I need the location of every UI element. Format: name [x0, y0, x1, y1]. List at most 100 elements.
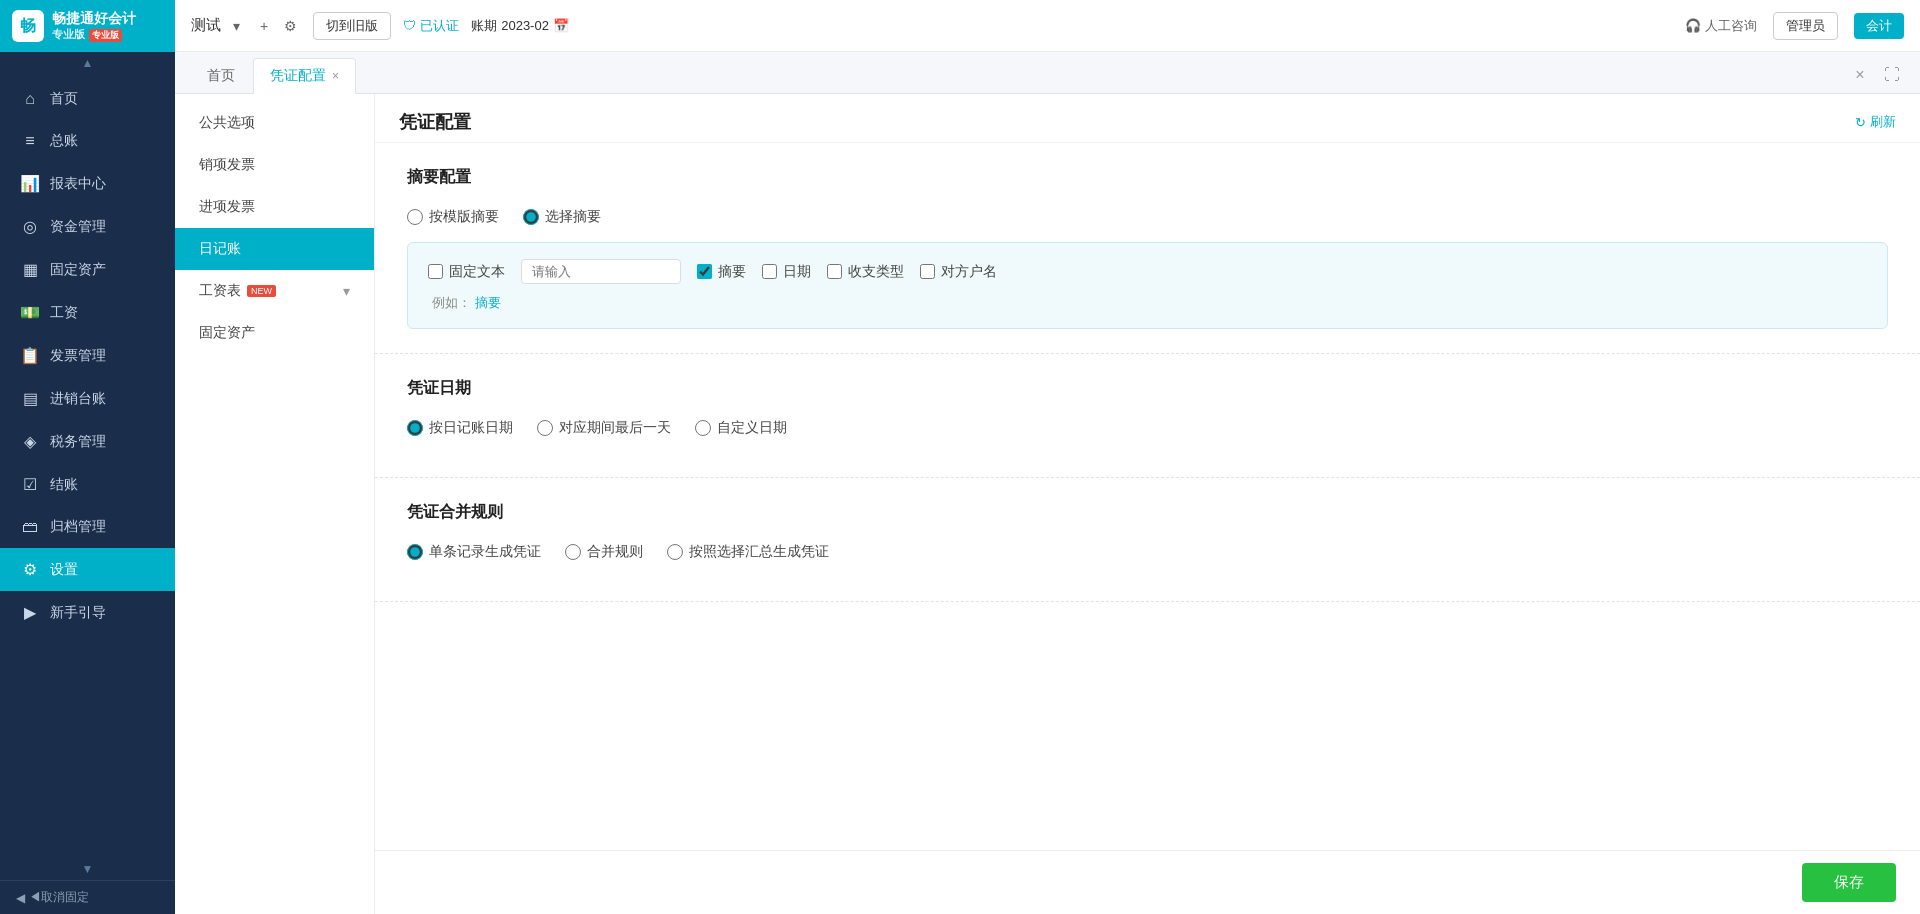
by-selection-radio-option[interactable]: 按照选择汇总生成凭证: [667, 543, 829, 561]
single-radio-option[interactable]: 单条记录生成凭证: [407, 543, 541, 561]
select-radio-option[interactable]: 选择摘要: [523, 208, 601, 226]
fixed-text-checkbox[interactable]: [428, 264, 443, 279]
type-checkbox[interactable]: [827, 264, 842, 279]
assets-icon: ▦: [20, 260, 40, 279]
left-menu-fixed-assets[interactable]: 固定资产: [175, 312, 374, 354]
left-menu-public[interactable]: 公共选项: [175, 102, 374, 144]
archive-icon: 🗃: [20, 518, 40, 536]
close-window-button[interactable]: ×: [1848, 63, 1872, 87]
fixed-text-checkbox-option[interactable]: 固定文本: [428, 263, 505, 281]
date-section: 凭证日期 按日记账日期 对应期间最后一天 自定义日期: [375, 354, 1920, 478]
calendar-icon[interactable]: 📅: [553, 18, 569, 33]
select-radio-input[interactable]: [523, 209, 539, 225]
sidebar-item-payroll[interactable]: 💵 工资: [0, 291, 175, 334]
sidebar: 畅 畅捷通好会计 专业版 专业版 ▲ ⌂ 首页 ≡ 总账 📊 报表中心 ◎ 资金…: [0, 0, 175, 914]
sidebar-item-ledger[interactable]: ≡ 总账: [0, 120, 175, 162]
payroll-expand-icon[interactable]: ▾: [343, 283, 350, 299]
add-button[interactable]: +: [256, 14, 272, 38]
ledger-icon: ≡: [20, 132, 40, 150]
cancel-fixed-button[interactable]: ◀ ◀取消固定: [0, 880, 175, 914]
project-name: 测试: [191, 16, 221, 35]
certified-badge: 🛡 已认证: [403, 17, 459, 35]
purchase-sale-icon: ▤: [20, 389, 40, 408]
sidebar-item-archive[interactable]: 🗃 归档管理: [0, 506, 175, 548]
old-version-button[interactable]: 切到旧版: [313, 12, 391, 40]
sidebar-scroll-up[interactable]: ▲: [0, 52, 175, 74]
period-last-radio-option[interactable]: 对应期间最后一天: [537, 419, 671, 437]
tab-close-button[interactable]: ×: [332, 69, 339, 83]
party-checkbox[interactable]: [920, 264, 935, 279]
expand-window-button[interactable]: ⛶: [1880, 63, 1904, 87]
sidebar-item-closing[interactable]: ☑ 结账: [0, 463, 175, 506]
tab-voucher-config[interactable]: 凭证配置 ×: [253, 58, 356, 94]
type-checkbox-option[interactable]: 收支类型: [827, 263, 904, 281]
app-logo: 畅 畅捷通好会计 专业版 专业版: [0, 0, 175, 52]
sidebar-item-invoice-mgmt[interactable]: 📋 发票管理: [0, 334, 175, 377]
funds-icon: ◎: [20, 217, 40, 236]
merge-radio-group: 单条记录生成凭证 合并规则 按照选择汇总生成凭证: [407, 543, 1888, 561]
merge-section-title: 凭证合并规则: [407, 502, 1888, 523]
left-menu-purchase-invoice[interactable]: 进项发票: [175, 186, 374, 228]
sidebar-item-funds[interactable]: ◎ 资金管理: [0, 205, 175, 248]
date-section-title: 凭证日期: [407, 378, 1888, 399]
date-checkbox[interactable]: [762, 264, 777, 279]
left-menu-payroll-table[interactable]: 工资表 NEW ▾: [175, 270, 374, 312]
window-controls: × ⛶: [1848, 63, 1904, 93]
left-menu-journal[interactable]: 日记账: [175, 228, 374, 270]
sidebar-item-home[interactable]: ⌂ 首页: [0, 78, 175, 120]
refresh-icon: ↻: [1855, 115, 1866, 130]
settings-gear-button[interactable]: ⚙: [280, 14, 301, 38]
custom-date-radio-input[interactable]: [695, 420, 711, 436]
user-button[interactable]: 管理员: [1773, 12, 1838, 40]
period-info: 账期 2023-02 📅: [471, 17, 569, 35]
summary-radio-group: 按模版摘要 选择摘要: [407, 208, 1888, 226]
sidebar-item-reports[interactable]: 📊 报表中心: [0, 162, 175, 205]
closing-icon: ☑: [20, 475, 40, 494]
summary-checkbox[interactable]: [697, 264, 712, 279]
summary-box-row: 固定文本 摘要 日期: [428, 259, 1867, 284]
party-checkbox-option[interactable]: 对方户名: [920, 263, 997, 281]
page-title: 凭证配置: [399, 110, 471, 134]
period-last-radio-input[interactable]: [537, 420, 553, 436]
sidebar-item-tax[interactable]: ◈ 税务管理: [0, 420, 175, 463]
fixed-text-input[interactable]: [521, 259, 681, 284]
left-menu: 公共选项 销项发票 进项发票 日记账 工资表 NEW ▾ 固定资产: [175, 94, 375, 914]
new-badge: NEW: [247, 285, 276, 297]
journal-date-radio-option[interactable]: 按日记账日期: [407, 419, 513, 437]
settings-icon: ⚙: [20, 560, 40, 579]
role-button[interactable]: 会计: [1854, 13, 1904, 39]
custom-date-radio-option[interactable]: 自定义日期: [695, 419, 787, 437]
sidebar-scroll-down[interactable]: ▼: [0, 858, 175, 880]
date-radio-group: 按日记账日期 对应期间最后一天 自定义日期: [407, 419, 1888, 437]
summary-checkbox-option[interactable]: 摘要: [697, 263, 746, 281]
tab-home[interactable]: 首页: [191, 59, 251, 93]
merge-rule-radio-input[interactable]: [565, 544, 581, 560]
cancel-fixed-icon: ◀: [16, 891, 25, 905]
help-button[interactable]: 🎧 人工咨询: [1685, 17, 1757, 35]
top-actions: + ⚙: [256, 14, 301, 38]
bottom-spacer: [375, 602, 1920, 682]
sidebar-item-guide[interactable]: ▶ 新手引导: [0, 591, 175, 634]
sidebar-item-assets[interactable]: ▦ 固定资产: [0, 248, 175, 291]
sidebar-item-settings[interactable]: ⚙ 设置: [0, 548, 175, 591]
merge-rule-radio-option[interactable]: 合并规则: [565, 543, 643, 561]
template-radio-option[interactable]: 按模版摘要: [407, 208, 499, 226]
sidebar-item-purchase-sale[interactable]: ▤ 进销台账: [0, 377, 175, 420]
template-radio-input[interactable]: [407, 209, 423, 225]
date-checkbox-option[interactable]: 日期: [762, 263, 811, 281]
single-radio-input[interactable]: [407, 544, 423, 560]
by-selection-radio-input[interactable]: [667, 544, 683, 560]
sidebar-nav: ⌂ 首页 ≡ 总账 📊 报表中心 ◎ 资金管理 ▦ 固定资产 💵 工资 📋 发票…: [0, 74, 175, 858]
payroll-icon: 💵: [20, 303, 40, 322]
home-icon: ⌂: [20, 90, 40, 108]
tax-icon: ◈: [20, 432, 40, 451]
summary-config-box: 固定文本 摘要 日期: [407, 242, 1888, 329]
refresh-button[interactable]: ↻ 刷新: [1855, 113, 1896, 131]
panel-content: 摘要配置 按模版摘要 选择摘要: [375, 143, 1920, 850]
project-dropdown[interactable]: ▾: [233, 18, 240, 34]
left-menu-sales-invoice[interactable]: 销项发票: [175, 144, 374, 186]
logo-text: 畅捷通好会计 专业版 专业版: [52, 10, 136, 42]
save-button[interactable]: 保存: [1802, 863, 1896, 902]
journal-date-radio-input[interactable]: [407, 420, 423, 436]
main-area: 测试 ▾ + ⚙ 切到旧版 🛡 已认证 账期 2023-02 📅 🎧 人工咨询 …: [175, 0, 1920, 914]
